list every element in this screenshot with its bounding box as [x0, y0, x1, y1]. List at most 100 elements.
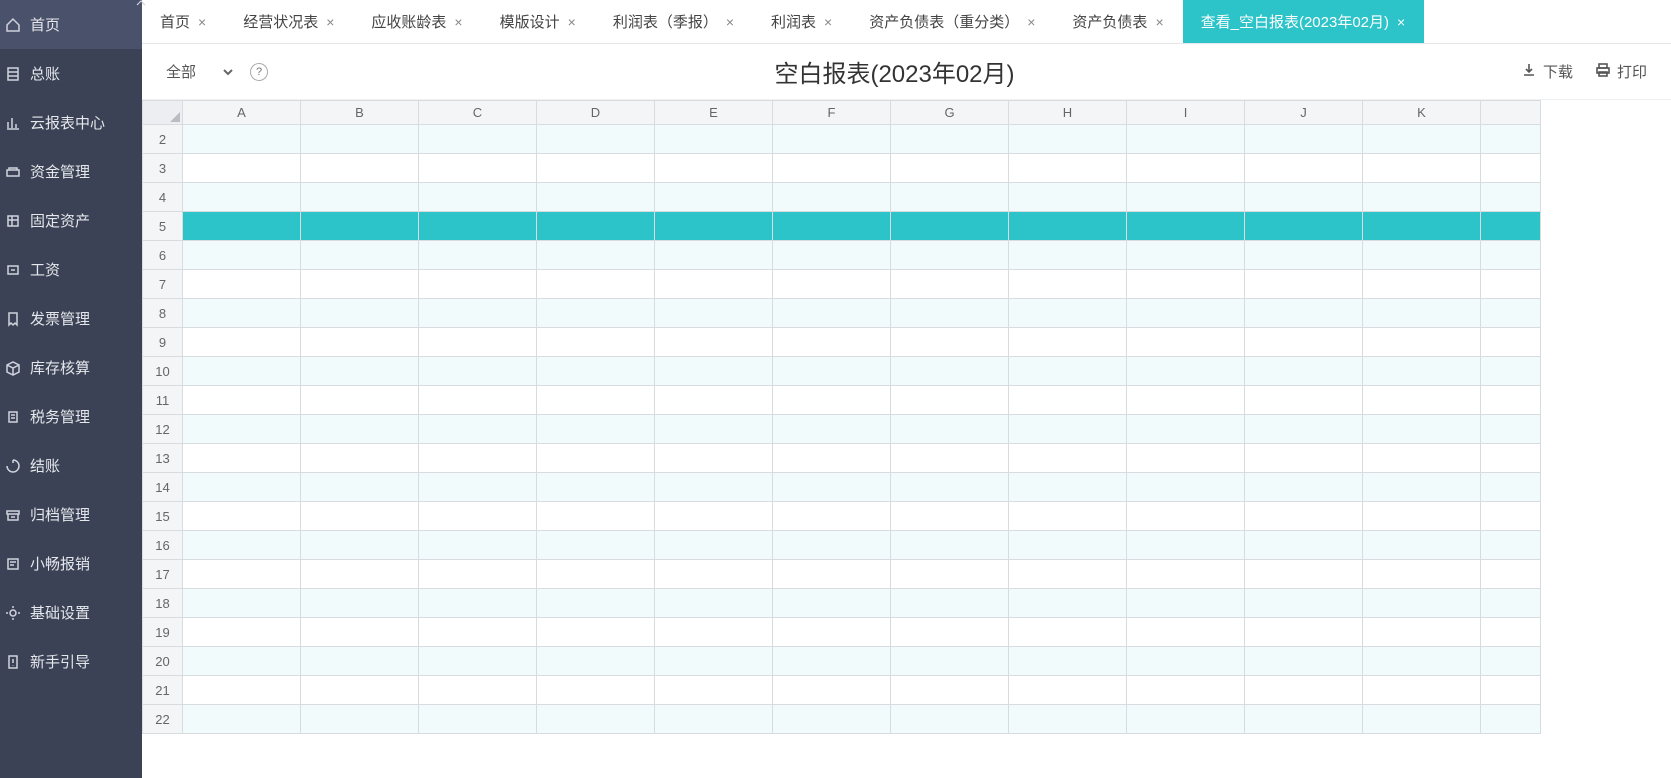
cell[interactable]	[773, 299, 891, 328]
cell[interactable]	[773, 328, 891, 357]
sidebar-item-fund[interactable]: 资金管理	[0, 147, 142, 196]
cell[interactable]	[655, 212, 773, 241]
cell[interactable]	[1009, 705, 1127, 734]
cell[interactable]	[1127, 357, 1245, 386]
cell[interactable]	[1009, 270, 1127, 299]
col-header[interactable]: A	[183, 101, 301, 125]
col-header[interactable]: C	[419, 101, 537, 125]
cell[interactable]	[301, 386, 419, 415]
row-header[interactable]: 20	[143, 647, 183, 676]
col-header[interactable]: H	[1009, 101, 1127, 125]
cell[interactable]	[891, 444, 1009, 473]
cell[interactable]	[1481, 560, 1541, 589]
cell[interactable]	[183, 299, 301, 328]
close-icon[interactable]: ×	[568, 14, 576, 30]
row-header[interactable]: 14	[143, 473, 183, 502]
cell[interactable]	[773, 125, 891, 154]
cell[interactable]	[419, 183, 537, 212]
cell[interactable]	[1245, 357, 1363, 386]
cell[interactable]	[183, 444, 301, 473]
cell[interactable]	[1245, 415, 1363, 444]
cell[interactable]	[1363, 270, 1481, 299]
close-icon[interactable]: ×	[198, 14, 206, 30]
cell[interactable]	[183, 473, 301, 502]
cell[interactable]	[1127, 502, 1245, 531]
cell[interactable]	[773, 357, 891, 386]
cell[interactable]	[1245, 270, 1363, 299]
cell[interactable]	[655, 299, 773, 328]
cell[interactable]	[183, 357, 301, 386]
cell[interactable]	[655, 589, 773, 618]
cell[interactable]	[1127, 241, 1245, 270]
row-header[interactable]: 9	[143, 328, 183, 357]
cell[interactable]	[1481, 212, 1541, 241]
cell[interactable]	[773, 676, 891, 705]
cell[interactable]	[537, 357, 655, 386]
cell[interactable]	[1009, 212, 1127, 241]
filter-select[interactable]: 全部	[166, 61, 234, 82]
cell[interactable]	[773, 415, 891, 444]
cell[interactable]	[419, 502, 537, 531]
cell[interactable]	[1363, 212, 1481, 241]
cell[interactable]	[1363, 705, 1481, 734]
cell[interactable]	[1245, 444, 1363, 473]
cell[interactable]	[1481, 154, 1541, 183]
cell[interactable]	[1481, 444, 1541, 473]
cell[interactable]	[655, 357, 773, 386]
cell[interactable]	[419, 154, 537, 183]
cell[interactable]	[1127, 444, 1245, 473]
cell[interactable]	[1363, 618, 1481, 647]
cell[interactable]	[1363, 444, 1481, 473]
cell[interactable]	[1127, 560, 1245, 589]
cell[interactable]	[891, 212, 1009, 241]
cell[interactable]	[773, 183, 891, 212]
cell[interactable]	[419, 647, 537, 676]
cell[interactable]	[301, 705, 419, 734]
tab[interactable]: 首页×	[142, 0, 225, 43]
sidebar-item-settings[interactable]: 基础设置	[0, 588, 142, 637]
cell[interactable]	[1481, 299, 1541, 328]
tab[interactable]: 模版设计×	[482, 0, 595, 43]
cell[interactable]	[537, 647, 655, 676]
col-header[interactable]: D	[537, 101, 655, 125]
cell[interactable]	[1363, 154, 1481, 183]
sidebar-item-tax[interactable]: 税务管理	[0, 392, 142, 441]
cell[interactable]	[1363, 415, 1481, 444]
sidebar-item-close-period[interactable]: 结账	[0, 441, 142, 490]
help-icon[interactable]: ?	[250, 63, 268, 81]
cell[interactable]	[419, 125, 537, 154]
cell[interactable]	[1245, 183, 1363, 212]
cell[interactable]	[537, 589, 655, 618]
cell[interactable]	[1363, 531, 1481, 560]
cell[interactable]	[1009, 415, 1127, 444]
cell[interactable]	[1363, 502, 1481, 531]
cell[interactable]	[1245, 560, 1363, 589]
cell[interactable]	[183, 531, 301, 560]
cell[interactable]	[655, 560, 773, 589]
cell[interactable]	[301, 531, 419, 560]
col-header[interactable]: I	[1127, 101, 1245, 125]
cell[interactable]	[1009, 357, 1127, 386]
cell[interactable]	[1245, 125, 1363, 154]
tab[interactable]: 利润表×	[753, 0, 851, 43]
cell[interactable]	[1481, 241, 1541, 270]
cell[interactable]	[773, 705, 891, 734]
cell[interactable]	[891, 154, 1009, 183]
cell[interactable]	[1481, 531, 1541, 560]
row-header[interactable]: 13	[143, 444, 183, 473]
cell[interactable]	[1009, 502, 1127, 531]
row-header[interactable]: 11	[143, 386, 183, 415]
cell[interactable]	[1127, 676, 1245, 705]
row-header[interactable]: 19	[143, 618, 183, 647]
cell[interactable]	[183, 647, 301, 676]
cell[interactable]	[419, 618, 537, 647]
cell[interactable]	[1481, 473, 1541, 502]
cell[interactable]	[1009, 241, 1127, 270]
cell[interactable]	[301, 676, 419, 705]
cell[interactable]	[1009, 589, 1127, 618]
cell[interactable]	[1127, 647, 1245, 676]
col-header[interactable]: E	[655, 101, 773, 125]
cell[interactable]	[655, 154, 773, 183]
cell[interactable]	[1127, 415, 1245, 444]
print-button[interactable]: 打印	[1595, 61, 1647, 82]
